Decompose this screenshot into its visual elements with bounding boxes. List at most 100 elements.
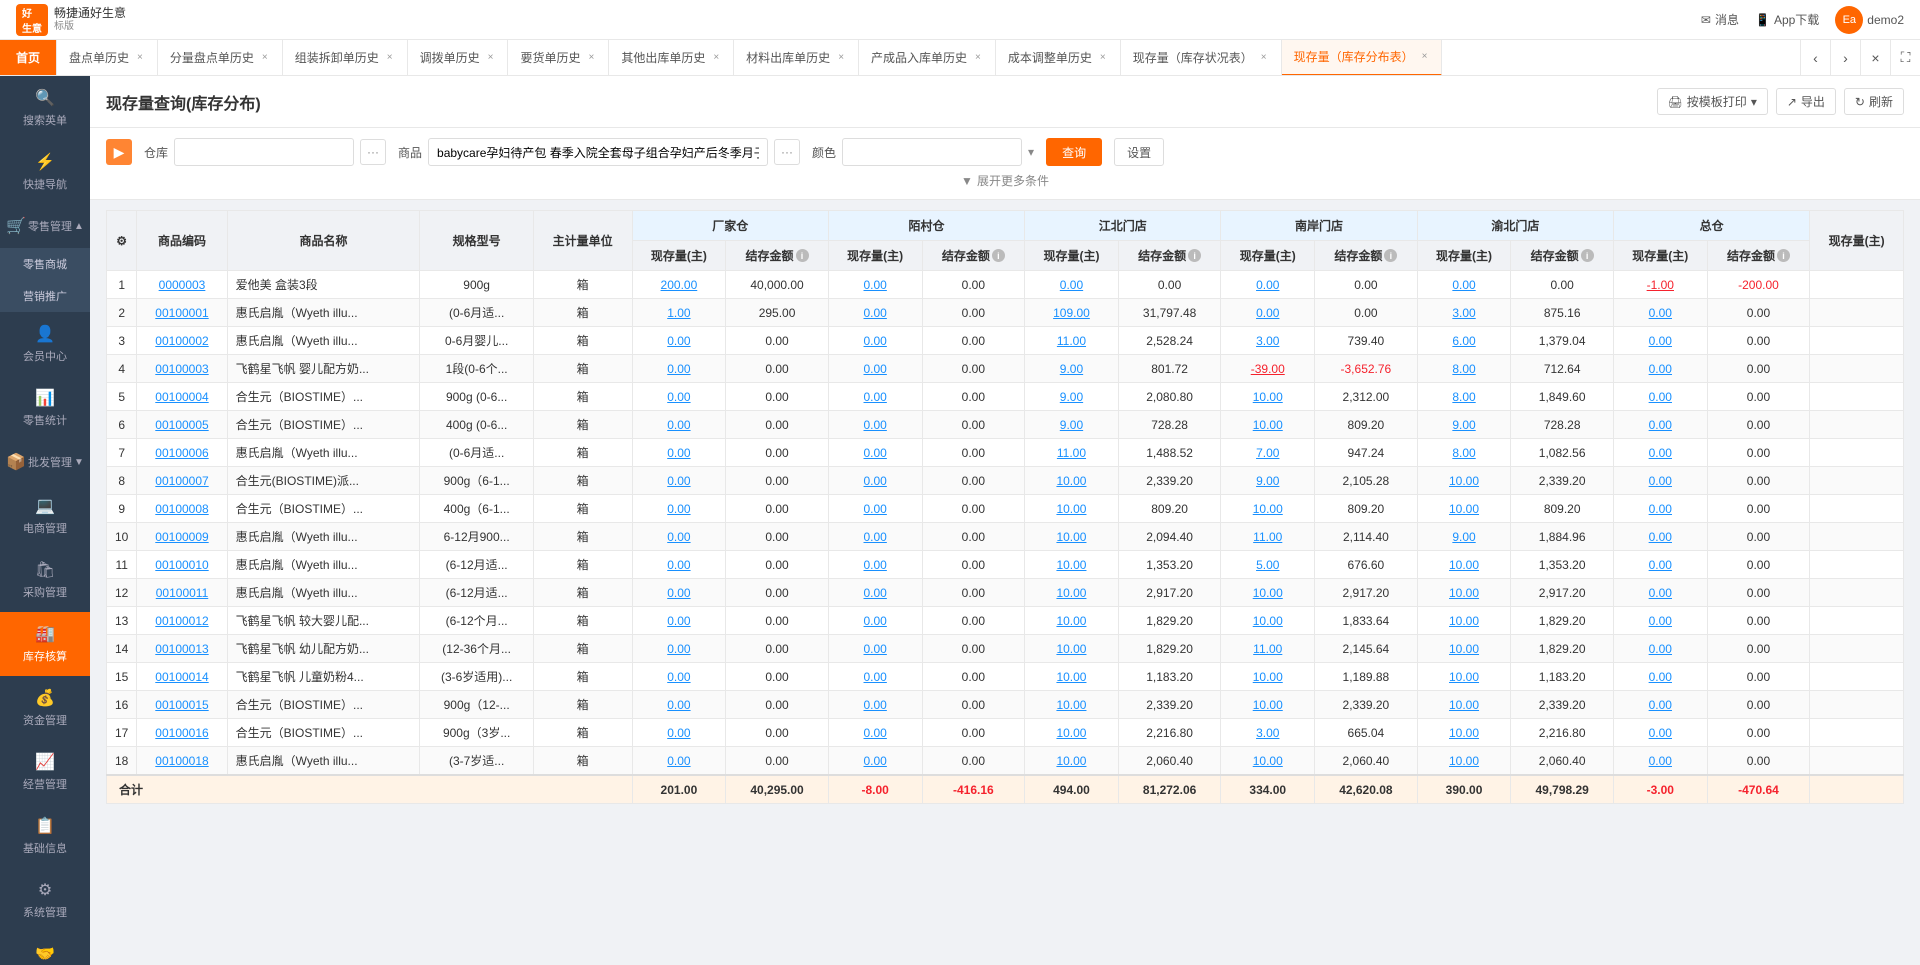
- cell-c1-qty[interactable]: 0.00: [632, 579, 726, 607]
- cell-c5-qty[interactable]: 10.00: [1417, 579, 1511, 607]
- sidebar-item-retail[interactable]: 🛒 零售管理 ▲: [0, 204, 90, 248]
- cell-c1-qty[interactable]: 0.00: [632, 523, 726, 551]
- info-icon2[interactable]: i: [992, 249, 1005, 262]
- info-icon6[interactable]: i: [1777, 249, 1790, 262]
- tab-close-icon[interactable]: ×: [836, 50, 846, 65]
- cell-c5-qty[interactable]: 10.00: [1417, 607, 1511, 635]
- tab-close-icon[interactable]: ×: [385, 50, 395, 65]
- cell-c5-qty[interactable]: 10.00: [1417, 691, 1511, 719]
- color-input[interactable]: [842, 138, 1022, 166]
- cell-total-qty[interactable]: 0.00: [1613, 551, 1707, 579]
- cell-c1-qty[interactable]: 200.00: [632, 271, 726, 299]
- sidebar-item-wholesale[interactable]: 📦 批发管理 ▼: [0, 440, 90, 484]
- cell-c1-qty[interactable]: 0.00: [632, 719, 726, 747]
- product-input[interactable]: [428, 138, 768, 166]
- tab-expand-btn[interactable]: ⛶: [1890, 40, 1920, 76]
- cell-c3-qty[interactable]: 11.00: [1025, 439, 1119, 467]
- cell-c3-qty[interactable]: 10.00: [1025, 635, 1119, 663]
- cell-c1-qty[interactable]: 0.00: [632, 383, 726, 411]
- cell-c2-qty[interactable]: 0.00: [828, 271, 922, 299]
- tab-close-icon[interactable]: ×: [586, 50, 596, 65]
- cell-c3-qty[interactable]: 0.00: [1025, 271, 1119, 299]
- cell-c2-qty[interactable]: 0.00: [828, 551, 922, 579]
- tab-close-icon[interactable]: ×: [486, 50, 496, 65]
- cell-code[interactable]: 00100008: [137, 495, 227, 523]
- cell-total-qty[interactable]: -1.00: [1613, 271, 1707, 299]
- cell-c1-qty[interactable]: 0.00: [632, 607, 726, 635]
- cell-c3-qty[interactable]: 10.00: [1025, 467, 1119, 495]
- cell-c3-qty[interactable]: 10.00: [1025, 523, 1119, 551]
- tab-close-icon[interactable]: ×: [1259, 50, 1269, 65]
- info-icon[interactable]: i: [796, 249, 809, 262]
- cell-c1-qty[interactable]: 0.00: [632, 355, 726, 383]
- cell-c2-qty[interactable]: 0.00: [828, 663, 922, 691]
- cell-c4-qty[interactable]: 10.00: [1221, 383, 1315, 411]
- tab-prev-btn[interactable]: ‹: [1800, 40, 1830, 76]
- tab-close-icon[interactable]: ×: [1098, 50, 1108, 65]
- tab-material-out[interactable]: 材料出库单历史 ×: [734, 40, 859, 76]
- expand-more-btn[interactable]: ▼ 展开更多条件: [961, 172, 1049, 189]
- cell-total-qty[interactable]: 0.00: [1613, 747, 1707, 776]
- cell-c3-qty[interactable]: 11.00: [1025, 327, 1119, 355]
- cell-c5-qty[interactable]: 10.00: [1417, 635, 1511, 663]
- cell-c1-qty[interactable]: 0.00: [632, 635, 726, 663]
- cell-c5-qty[interactable]: 9.00: [1417, 411, 1511, 439]
- cell-total-qty[interactable]: 0.00: [1613, 467, 1707, 495]
- cell-total-qty[interactable]: 0.00: [1613, 523, 1707, 551]
- cell-c3-qty[interactable]: 10.00: [1025, 495, 1119, 523]
- cell-code[interactable]: 00100002: [137, 327, 227, 355]
- sidebar-item-search[interactable]: 🔍 搜索英单: [0, 76, 90, 140]
- cell-c4-qty[interactable]: 10.00: [1221, 411, 1315, 439]
- cell-c2-qty[interactable]: 0.00: [828, 523, 922, 551]
- cell-c4-qty[interactable]: 11.00: [1221, 523, 1315, 551]
- cell-c1-qty[interactable]: 0.00: [632, 467, 726, 495]
- cell-c4-qty[interactable]: 3.00: [1221, 327, 1315, 355]
- info-icon3[interactable]: i: [1188, 249, 1201, 262]
- cell-c3-qty[interactable]: 10.00: [1025, 551, 1119, 579]
- cell-c4-qty[interactable]: -39.00: [1221, 355, 1315, 383]
- cell-code[interactable]: 00100013: [137, 635, 227, 663]
- tab-stock-status[interactable]: 现存量（库存状况表）×: [1121, 40, 1282, 76]
- sidebar-item-warehouse[interactable]: 🏭 库存核算: [0, 612, 90, 676]
- cell-c2-qty[interactable]: 0.00: [828, 719, 922, 747]
- tab-stock-dist[interactable]: 现存量（库存分布表）×: [1282, 40, 1443, 76]
- tab-home[interactable]: 首页: [0, 40, 57, 76]
- tab-transfer[interactable]: 调拨单历史 ×: [408, 40, 509, 76]
- cell-c2-qty[interactable]: 0.00: [828, 495, 922, 523]
- tab-close-icon[interactable]: ×: [973, 50, 983, 65]
- sidebar-item-shortcut[interactable]: ⚡ 快捷导航: [0, 140, 90, 204]
- cell-code[interactable]: 00100004: [137, 383, 227, 411]
- cell-c4-qty[interactable]: 7.00: [1221, 439, 1315, 467]
- product-ellipsis-btn[interactable]: ···: [774, 139, 800, 165]
- cell-c1-qty[interactable]: 0.00: [632, 327, 726, 355]
- sidebar-item-operations[interactable]: 📈 经营管理: [0, 740, 90, 804]
- info-icon5[interactable]: i: [1581, 249, 1594, 262]
- cell-code[interactable]: 00100015: [137, 691, 227, 719]
- tab-cost-adjust[interactable]: 成本调整单历史 ×: [996, 40, 1121, 76]
- cell-c2-qty[interactable]: 0.00: [828, 747, 922, 776]
- cell-total-qty[interactable]: 0.00: [1613, 719, 1707, 747]
- cell-code[interactable]: 00100012: [137, 607, 227, 635]
- cell-total-qty[interactable]: 0.00: [1613, 383, 1707, 411]
- cell-c5-qty[interactable]: 8.00: [1417, 383, 1511, 411]
- cell-total-qty[interactable]: 0.00: [1613, 439, 1707, 467]
- sidebar-item-ecommerce[interactable]: 💻 电商管理: [0, 484, 90, 548]
- cell-c5-qty[interactable]: 10.00: [1417, 551, 1511, 579]
- cell-c5-qty[interactable]: 6.00: [1417, 327, 1511, 355]
- cell-c4-qty[interactable]: 10.00: [1221, 747, 1315, 776]
- tab-close-icon[interactable]: ×: [711, 50, 721, 65]
- color-dropdown-icon[interactable]: ▾: [1028, 145, 1034, 159]
- cell-c3-qty[interactable]: 9.00: [1025, 355, 1119, 383]
- cell-c4-qty[interactable]: 11.00: [1221, 635, 1315, 663]
- cell-c2-qty[interactable]: 0.00: [828, 439, 922, 467]
- sidebar-item-enterprise[interactable]: 🤝 企业协同: [0, 932, 90, 965]
- cell-c2-qty[interactable]: 0.00: [828, 383, 922, 411]
- cell-c2-qty[interactable]: 0.00: [828, 299, 922, 327]
- cell-total-qty[interactable]: 0.00: [1613, 691, 1707, 719]
- cell-c4-qty[interactable]: 0.00: [1221, 299, 1315, 327]
- cell-total-qty[interactable]: 0.00: [1613, 355, 1707, 383]
- cell-c5-qty[interactable]: 10.00: [1417, 719, 1511, 747]
- cell-code[interactable]: 00100009: [137, 523, 227, 551]
- tab-next-btn[interactable]: ›: [1830, 40, 1860, 76]
- setting-btn[interactable]: 设置: [1114, 138, 1164, 166]
